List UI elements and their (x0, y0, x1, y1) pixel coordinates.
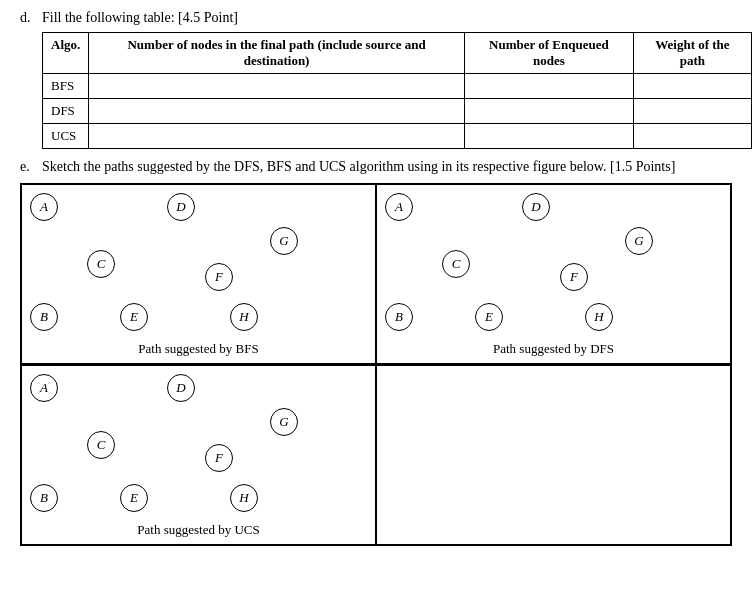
algo-ucs: UCS (43, 124, 89, 149)
question-d-letter: d. (20, 10, 36, 26)
ucs-node-C: C (87, 431, 115, 459)
table-row-dfs: DFS (43, 99, 752, 124)
ucs-caption: Path suggested by UCS (22, 522, 375, 538)
dfs-node-G: G (625, 227, 653, 255)
ucs-node-E: E (120, 484, 148, 512)
question-e-label: e. Sketch the paths suggested by the DFS… (20, 159, 732, 175)
dfs-nodes (89, 99, 465, 124)
question-d-text: Fill the following table: [4.5 Point] (42, 10, 238, 26)
dfs-enqueued (464, 99, 633, 124)
question-e: e. Sketch the paths suggested by the DFS… (20, 159, 732, 546)
col-weight: Weight of the path (633, 33, 751, 74)
ucs-enqueued (464, 124, 633, 149)
dfs-node-C: C (442, 250, 470, 278)
ucs-nodes (89, 124, 465, 149)
table-row-ucs: UCS (43, 124, 752, 149)
bfs-node-B: B (30, 303, 58, 331)
dfs-weight (633, 99, 751, 124)
graphs-top-row: A D G C F B E H Path suggested by BFS A … (20, 183, 732, 365)
ucs-node-H: H (230, 484, 258, 512)
dfs-graph: A D G C F B E H Path suggested by DFS (376, 184, 731, 364)
empty-graph-cell (376, 365, 731, 545)
bfs-node-H: H (230, 303, 258, 331)
ucs-node-F: F (205, 444, 233, 472)
ucs-node-B: B (30, 484, 58, 512)
ucs-weight (633, 124, 751, 149)
ucs-node-G: G (270, 408, 298, 436)
bfs-node-A: A (30, 193, 58, 221)
dfs-node-E: E (475, 303, 503, 331)
graphs-bottom-row: A D G C F B E H Path suggested by UCS (20, 365, 732, 546)
dfs-node-A: A (385, 193, 413, 221)
bfs-caption: Path suggested by BFS (22, 341, 375, 357)
fill-table: Algo. Number of nodes in the final path … (42, 32, 752, 149)
bfs-node-C: C (87, 250, 115, 278)
dfs-node-H: H (585, 303, 613, 331)
col-algo: Algo. (43, 33, 89, 74)
bfs-enqueued (464, 74, 633, 99)
bfs-nodes (89, 74, 465, 99)
dfs-node-B: B (385, 303, 413, 331)
bfs-graph: A D G C F B E H Path suggested by BFS (21, 184, 376, 364)
col-enqueued: Number of Enqueued nodes (464, 33, 633, 74)
ucs-graph: A D G C F B E H Path suggested by UCS (21, 365, 376, 545)
dfs-node-D: D (522, 193, 550, 221)
bfs-node-E: E (120, 303, 148, 331)
ucs-node-A: A (30, 374, 58, 402)
table-row-bfs: BFS (43, 74, 752, 99)
bfs-node-F: F (205, 263, 233, 291)
bfs-weight (633, 74, 751, 99)
algo-dfs: DFS (43, 99, 89, 124)
dfs-node-F: F (560, 263, 588, 291)
question-d-label: d. Fill the following table: [4.5 Point] (20, 10, 732, 26)
dfs-caption: Path suggested by DFS (377, 341, 730, 357)
ucs-node-D: D (167, 374, 195, 402)
col-nodes-path: Number of nodes in the final path (inclu… (89, 33, 465, 74)
algo-bfs: BFS (43, 74, 89, 99)
question-e-text: Sketch the paths suggested by the DFS, B… (42, 159, 675, 175)
question-d: d. Fill the following table: [4.5 Point]… (20, 10, 732, 149)
question-e-letter: e. (20, 159, 36, 175)
bfs-node-D: D (167, 193, 195, 221)
bfs-node-G: G (270, 227, 298, 255)
